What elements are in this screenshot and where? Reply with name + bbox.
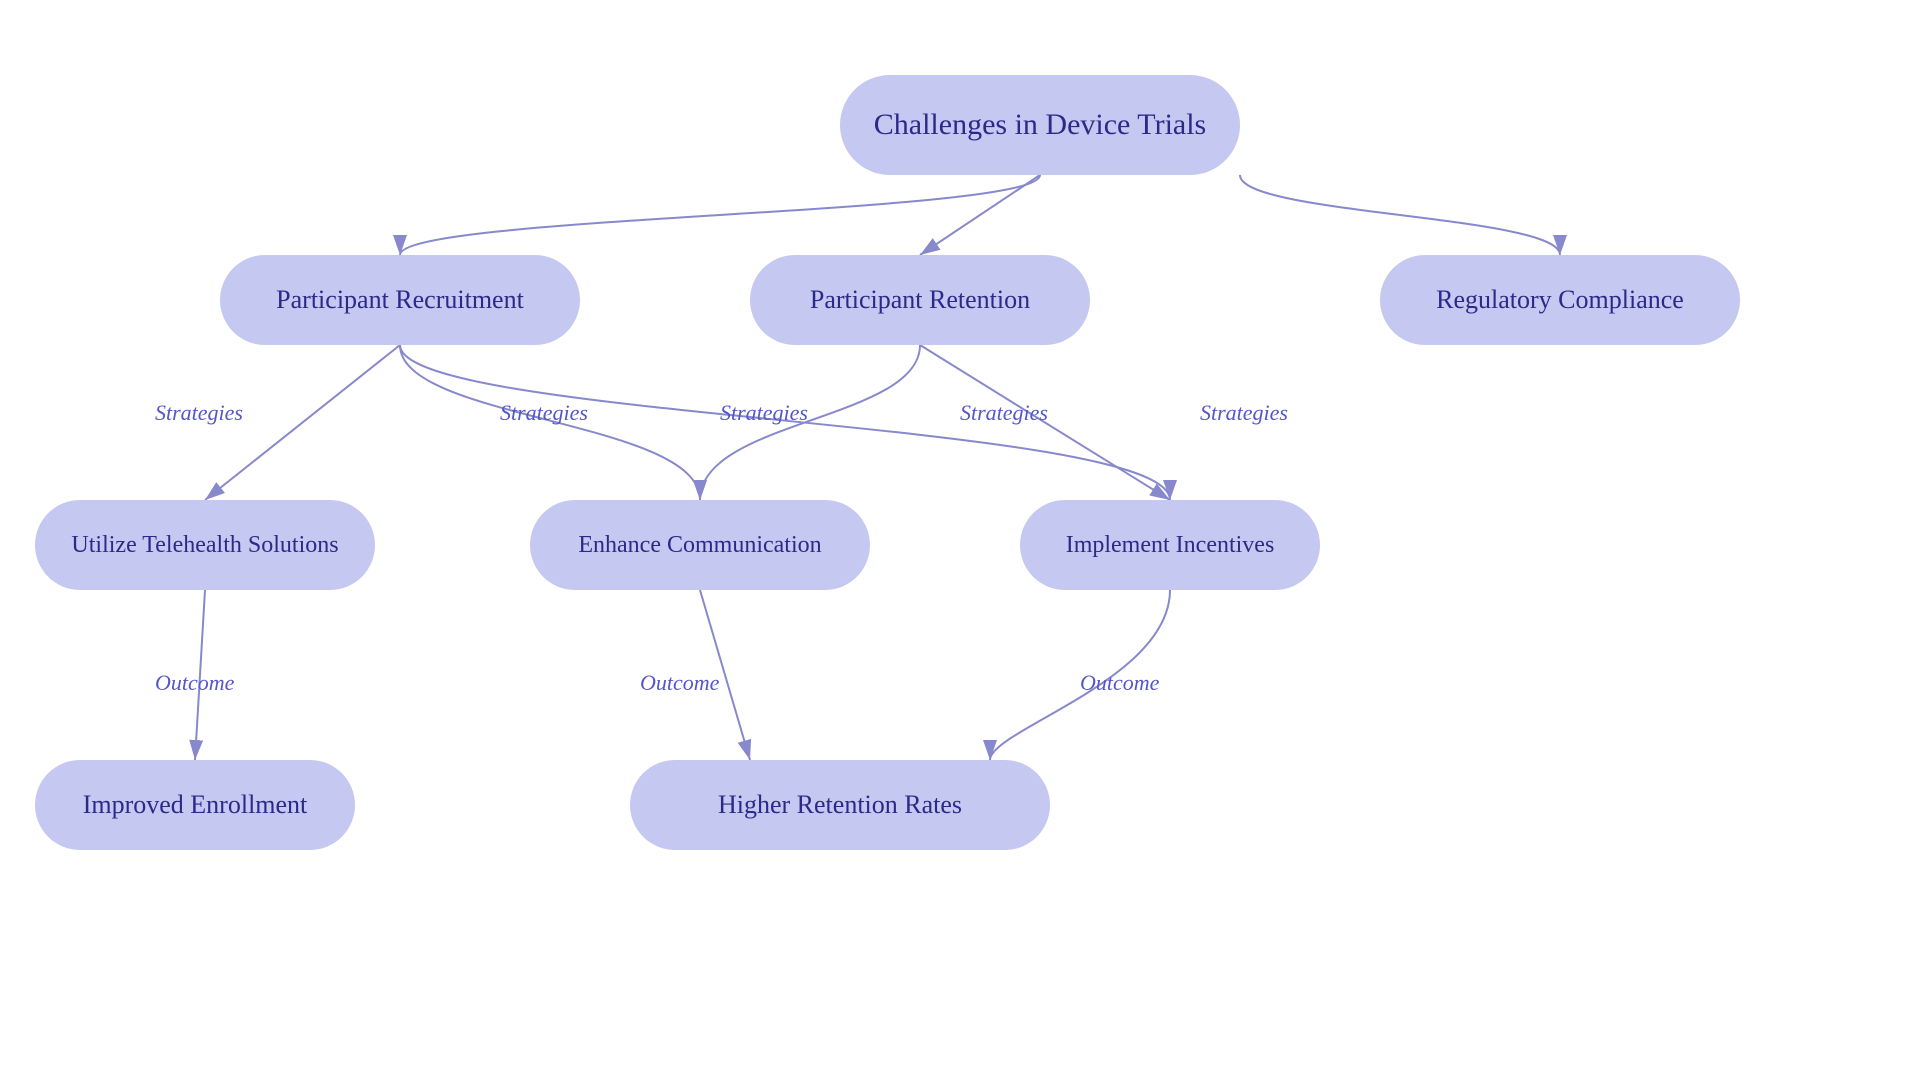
edge-label-strategies-4: Strategies — [960, 400, 1048, 426]
diagram-container: Challenges in Device Trials Participant … — [0, 0, 1920, 1083]
edge-label-strategies-1: Strategies — [155, 400, 243, 426]
edge-label-outcome-1: Outcome — [155, 670, 234, 696]
node-improved-enrollment: Improved Enrollment — [35, 760, 355, 850]
node-label-incentives: Implement Incentives — [1066, 532, 1275, 559]
edge-label-outcome-2: Outcome — [640, 670, 719, 696]
node-label-enrollment: Improved Enrollment — [83, 790, 308, 820]
node-participant-retention: Participant Retention — [750, 255, 1090, 345]
node-implement-incentives: Implement Incentives — [1020, 500, 1320, 590]
node-label-challenges: Challenges in Device Trials — [874, 108, 1206, 142]
node-label-telehealth: Utilize Telehealth Solutions — [71, 532, 338, 559]
edge-label-strategies-3: Strategies — [720, 400, 808, 426]
node-higher-retention-rates: Higher Retention Rates — [630, 760, 1050, 850]
node-label-communication: Enhance Communication — [578, 532, 821, 559]
node-label-retention-rates: Higher Retention Rates — [718, 790, 962, 820]
node-label-retention: Participant Retention — [810, 285, 1030, 315]
node-label-compliance: Regulatory Compliance — [1436, 285, 1684, 315]
node-label-recruitment: Participant Recruitment — [276, 285, 524, 315]
edge-label-strategies-2: Strategies — [500, 400, 588, 426]
node-regulatory-compliance: Regulatory Compliance — [1380, 255, 1740, 345]
edge-label-strategies-5: Strategies — [1200, 400, 1288, 426]
edge-label-outcome-3: Outcome — [1080, 670, 1159, 696]
node-utilize-telehealth-solutions: Utilize Telehealth Solutions — [35, 500, 375, 590]
node-enhance-communication: Enhance Communication — [530, 500, 870, 590]
node-participant-recruitment: Participant Recruitment — [220, 255, 580, 345]
node-challenges-in-device-trials: Challenges in Device Trials — [840, 75, 1240, 175]
